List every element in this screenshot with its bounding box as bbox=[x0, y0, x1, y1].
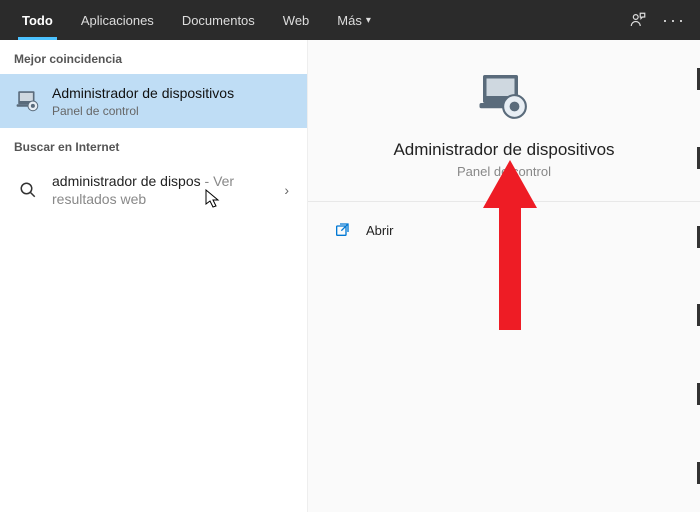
tab-label: Más bbox=[337, 13, 362, 28]
feedback-button[interactable] bbox=[620, 0, 656, 40]
result-subtitle: Panel de control bbox=[52, 104, 293, 118]
result-title: administrador de dispos - Ver resultados… bbox=[52, 172, 280, 208]
tab-label: Documentos bbox=[182, 13, 255, 28]
result-title: Administrador de dispositivos bbox=[52, 84, 293, 102]
tab-label: Aplicaciones bbox=[81, 13, 154, 28]
detail-title: Administrador de dispositivos bbox=[328, 140, 680, 160]
open-icon bbox=[332, 220, 352, 240]
tab-all[interactable]: Todo bbox=[8, 0, 67, 40]
tab-label: Todo bbox=[22, 13, 53, 28]
section-search-web: Buscar en Internet bbox=[0, 128, 307, 162]
tab-more[interactable]: Más ▾ bbox=[323, 0, 385, 40]
detail-subtitle: Panel de control bbox=[328, 164, 680, 179]
section-best-match: Mejor coincidencia bbox=[0, 40, 307, 74]
search-icon bbox=[14, 176, 42, 204]
tab-apps[interactable]: Aplicaciones bbox=[67, 0, 168, 40]
device-manager-icon bbox=[14, 87, 42, 115]
action-label: Abrir bbox=[366, 223, 393, 238]
options-button[interactable]: ··· bbox=[656, 0, 692, 40]
chevron-down-icon: ▾ bbox=[366, 15, 371, 26]
tab-web[interactable]: Web bbox=[269, 0, 324, 40]
search-filter-tabbar: Todo Aplicaciones Documentos Web Más ▾ ·… bbox=[0, 0, 700, 40]
tab-docs[interactable]: Documentos bbox=[168, 0, 269, 40]
chevron-right-icon: › bbox=[280, 182, 293, 198]
device-manager-large-icon bbox=[476, 68, 532, 124]
result-web-search[interactable]: administrador de dispos - Ver resultados… bbox=[0, 162, 307, 218]
person-feedback-icon bbox=[629, 11, 647, 29]
ellipsis-icon: ··· bbox=[662, 10, 686, 31]
results-panel: Mejor coincidencia Administrador de disp… bbox=[0, 40, 308, 512]
action-open[interactable]: Abrir bbox=[308, 210, 700, 250]
tab-label: Web bbox=[283, 13, 310, 28]
result-best-match[interactable]: Administrador de dispositivos Panel de c… bbox=[0, 74, 307, 128]
detail-panel: Administrador de dispositivos Panel de c… bbox=[308, 40, 700, 512]
